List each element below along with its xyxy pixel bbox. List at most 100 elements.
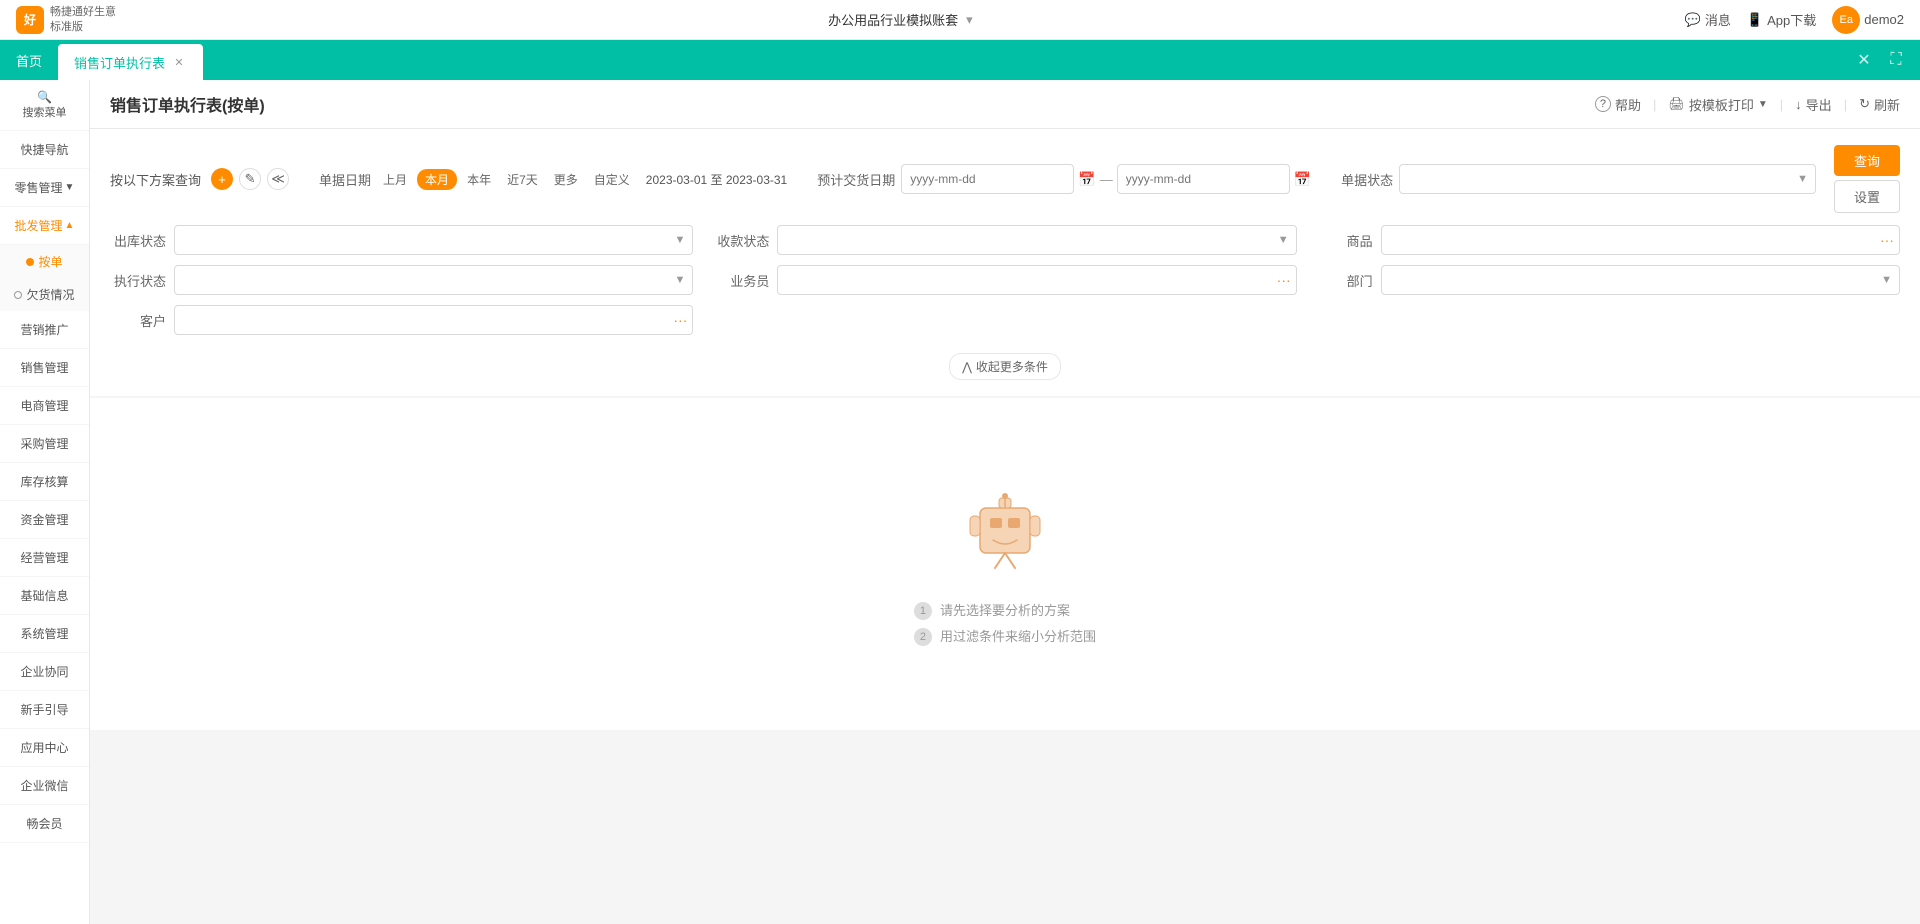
template-print-button[interactable]: 🖨 按模板打印 ▼ xyxy=(1668,95,1767,114)
sidebar-item-newbie[interactable]: 新手引导 xyxy=(0,691,89,729)
current-year-btn[interactable]: 本年 xyxy=(461,169,497,190)
maximize-window-icon[interactable]: ⛶ xyxy=(1884,48,1908,72)
sidebar-item-finance[interactable]: 资金管理 xyxy=(0,501,89,539)
sidebar: 🔍 搜索菜单 快捷导航 零售管理 ▼ 批发管理 ▲ 按单 欠货情况 营销推广 xyxy=(0,80,90,924)
help-button[interactable]: ? 帮助 xyxy=(1595,95,1641,114)
salesman-input[interactable] xyxy=(777,265,1296,295)
message-icon: 💬 xyxy=(1685,12,1701,28)
sidebar-item-retail[interactable]: 零售管理 ▼ xyxy=(0,169,89,207)
customer-input[interactable] xyxy=(174,305,693,335)
outbound-select[interactable] xyxy=(174,225,693,255)
dept-filter: 部门 ▼ xyxy=(1317,265,1900,295)
product-dots-icon[interactable]: ··· xyxy=(1880,232,1894,248)
sidebar-item-corp[interactable]: 企业协同 xyxy=(0,653,89,691)
main-layout: 🔍 搜索菜单 快捷导航 零售管理 ▼ 批发管理 ▲ 按单 欠货情况 营销推广 xyxy=(0,80,1920,924)
sidebar-item-wholesale[interactable]: 批发管理 ▲ xyxy=(0,207,89,245)
sidebar-item-operations[interactable]: 经营管理 xyxy=(0,539,89,577)
tab-sales-order[interactable]: 销售订单执行表 ✕ xyxy=(58,44,203,80)
collapse-up-icon: ⋀ xyxy=(962,360,972,374)
receipt-select-wrapper: ▼ xyxy=(777,225,1296,255)
sidebar-sub-item-order[interactable]: 按单 xyxy=(0,245,89,278)
receipt-select[interactable] xyxy=(777,225,1296,255)
exec-status-select-wrapper: ▼ xyxy=(174,265,693,295)
sidebar-item-search[interactable]: 🔍 搜索菜单 xyxy=(0,80,89,131)
sidebar-item-inventory[interactable]: 库存核算 xyxy=(0,463,89,501)
date-range-display: 2023-03-01 至 2023-03-31 xyxy=(646,171,787,188)
inactive-dot-icon xyxy=(14,291,22,299)
expected-date-end-input[interactable] xyxy=(1117,164,1290,194)
breadcrumb-arrow-icon[interactable]: ▾ xyxy=(966,12,973,28)
refresh-button[interactable]: ↻ 刷新 xyxy=(1859,95,1900,114)
sidebar-item-marketing[interactable]: 营销推广 xyxy=(0,311,89,349)
collapse-bar: ⋀ 收起更多条件 xyxy=(110,345,1900,380)
user-avatar: Ea xyxy=(1832,6,1860,34)
product-input[interactable] xyxy=(1381,225,1900,255)
chevron-down-icon: ▼ xyxy=(65,182,75,193)
tab-close-icon[interactable]: ✕ xyxy=(171,54,187,70)
content-area: 销售订单执行表(按单) ? 帮助 | 🖨 按模板打印 ▼ | ↓ 导出 | xyxy=(90,80,1920,924)
step-2-number: 2 xyxy=(914,628,932,646)
minimize-window-icon[interactable]: ✕ xyxy=(1852,48,1876,72)
exec-status-filter: 执行状态 ▼ xyxy=(110,265,693,295)
sidebar-sub-item-credit[interactable]: 欠货情况 xyxy=(0,278,89,311)
nav-tabs: 首页 销售订单执行表 ✕ ✕ ⛶ xyxy=(0,40,1920,80)
salesman-dots-icon[interactable]: ··· xyxy=(1277,272,1291,288)
top-bar-right: 💬 消息 📱 App下载 Ea demo2 xyxy=(1685,6,1904,34)
message-button[interactable]: 💬 消息 xyxy=(1685,10,1731,29)
sidebar-item-basic[interactable]: 基础信息 xyxy=(0,577,89,615)
filter-scheme-actions: + ✎ ≪ xyxy=(211,168,289,190)
salesman-filter: 业务员 ··· xyxy=(713,265,1296,295)
receipt-label: 收款状态 xyxy=(713,231,769,250)
exec-status-select[interactable] xyxy=(174,265,693,295)
empty-step-2: 2 用过滤条件来缩小分析范围 xyxy=(914,624,1096,650)
add-scheme-button[interactable]: + xyxy=(211,168,233,190)
empty-steps: 1 请先选择要分析的方案 2 用过滤条件来缩小分析范围 xyxy=(914,598,1096,650)
current-month-btn[interactable]: 本月 xyxy=(417,169,457,190)
active-dot-icon xyxy=(26,258,34,266)
outbound-filter: 出库状态 ▼ xyxy=(110,225,693,255)
exec-status-label: 执行状态 xyxy=(110,271,166,290)
collapse-scheme-button[interactable]: ≪ xyxy=(267,168,289,190)
customer-dots-icon[interactable]: ··· xyxy=(673,312,687,328)
calendar-start-icon[interactable]: 📅 xyxy=(1078,171,1095,188)
sidebar-item-wechat[interactable]: 企业微信 xyxy=(0,767,89,805)
dept-select-wrapper: ▼ xyxy=(1381,265,1900,295)
sidebar-item-sales-mgmt[interactable]: 销售管理 xyxy=(0,349,89,387)
last-month-btn[interactable]: 上月 xyxy=(377,169,413,190)
user-profile[interactable]: Ea demo2 xyxy=(1832,6,1904,34)
tab-home[interactable]: 首页 xyxy=(0,40,58,80)
status-select-wrapper: ▼ xyxy=(1399,164,1816,194)
app-download-button[interactable]: 📱 App下载 xyxy=(1747,10,1816,29)
more-btn[interactable]: 更多 xyxy=(548,169,584,190)
settings-button[interactable]: 设置 xyxy=(1834,180,1900,213)
sidebar-item-purchase[interactable]: 采购管理 xyxy=(0,425,89,463)
filter-row-2: 出库状态 ▼ 收款状态 ▼ xyxy=(110,225,1900,255)
salesman-label: 业务员 xyxy=(713,271,769,290)
filter-row-4: 客户 ··· xyxy=(110,305,1900,335)
custom-btn[interactable]: 自定义 xyxy=(588,169,636,190)
top-bar: 好 畅捷通好生意 标准版 办公用品行业模拟账套 ▾ 💬 消息 📱 App下载 E… xyxy=(0,0,1920,40)
sidebar-item-app-center[interactable]: 应用中心 xyxy=(0,729,89,767)
date-label: 单据日期 xyxy=(319,170,371,189)
customer-filter: 客户 ··· xyxy=(110,305,693,335)
filter-area: 按以下方案查询 + ✎ ≪ 单据日期 上月 本月 本年 近7天 更多 自定义 xyxy=(90,129,1920,396)
expected-date-start-input[interactable] xyxy=(901,164,1074,194)
collapse-button[interactable]: ⋀ 收起更多条件 xyxy=(949,353,1061,380)
refresh-icon: ↻ xyxy=(1859,96,1870,112)
sidebar-item-member[interactable]: 畅会员 xyxy=(0,805,89,843)
query-button[interactable]: 查询 xyxy=(1834,145,1900,176)
last7-btn[interactable]: 近7天 xyxy=(501,169,544,190)
top-bar-breadcrumb: 办公用品行业模拟账套 ▾ xyxy=(828,10,973,29)
calendar-end-icon[interactable]: 📅 xyxy=(1294,171,1311,188)
dept-select[interactable] xyxy=(1381,265,1900,295)
outbound-label: 出库状态 xyxy=(110,231,166,250)
edit-scheme-button[interactable]: ✎ xyxy=(239,168,261,190)
salesman-input-wrapper: ··· xyxy=(777,265,1296,295)
sidebar-item-quick-nav[interactable]: 快捷导航 xyxy=(0,131,89,169)
sidebar-item-ecommerce[interactable]: 电商管理 xyxy=(0,387,89,425)
filter-row-3: 执行状态 ▼ 业务员 ··· 部门 xyxy=(110,265,1900,295)
export-button[interactable]: ↓ 导出 xyxy=(1795,95,1832,114)
status-select[interactable] xyxy=(1399,164,1816,194)
top-bar-left: 好 畅捷通好生意 标准版 xyxy=(16,5,116,34)
sidebar-item-system[interactable]: 系统管理 xyxy=(0,615,89,653)
